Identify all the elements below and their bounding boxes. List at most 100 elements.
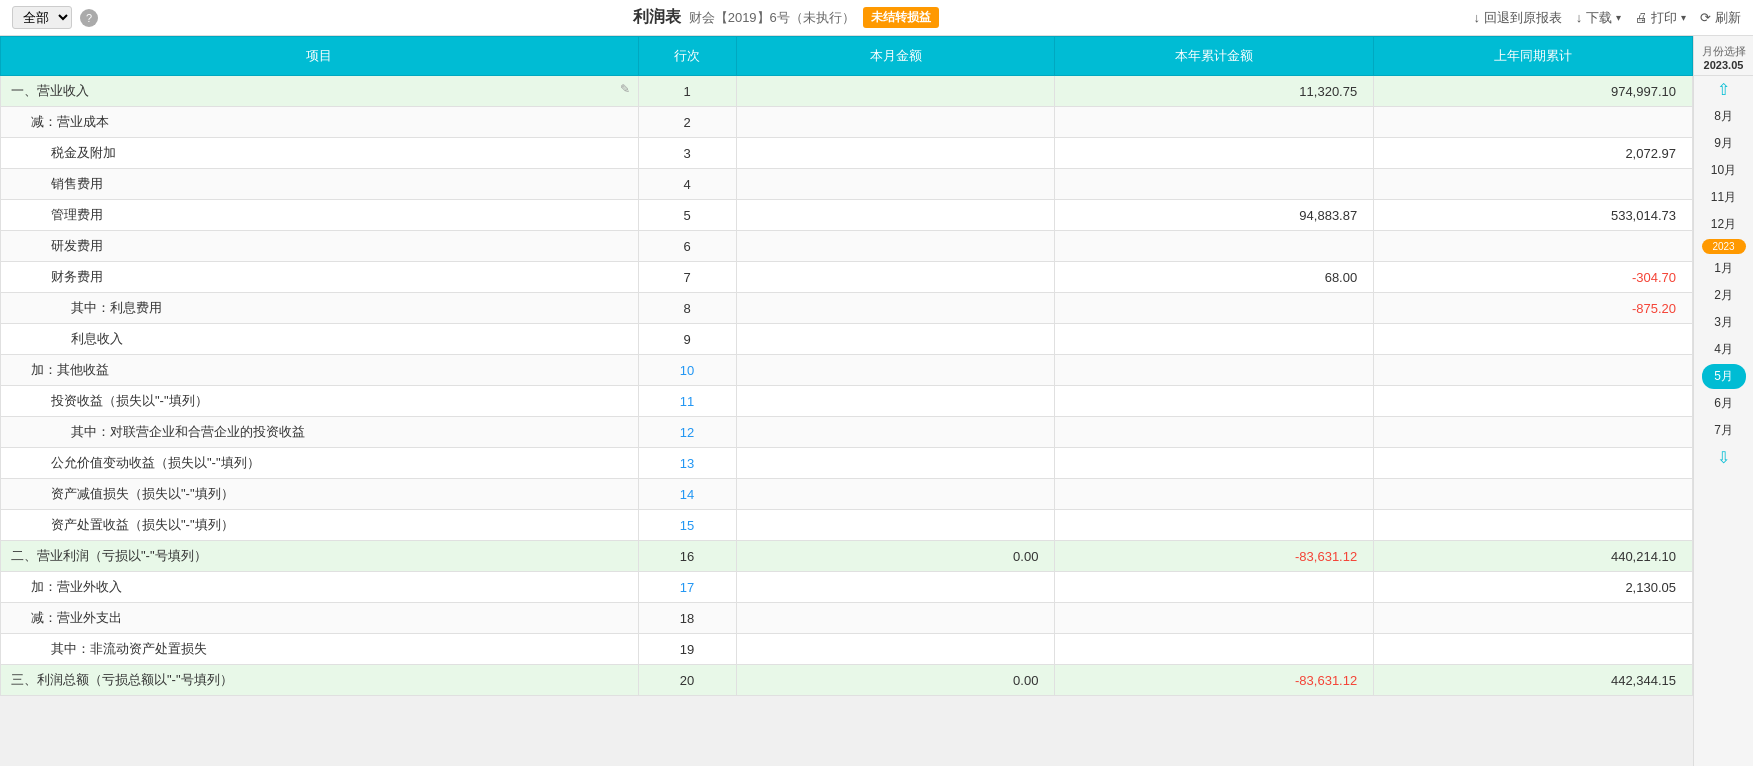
- cell-item: 税金及附加: [1, 138, 639, 169]
- month-9[interactable]: 9月: [1702, 131, 1746, 156]
- cell-item: 管理费用: [1, 200, 639, 231]
- cell-row-num: 19: [638, 634, 736, 665]
- cell-row-num: 6: [638, 231, 736, 262]
- cell-lastyear-amount: [1374, 107, 1693, 138]
- cell-month-amount: [736, 603, 1055, 634]
- cell-item: 其中：利息费用: [1, 293, 639, 324]
- cell-lastyear-amount: 974,997.10: [1374, 76, 1693, 107]
- cell-lastyear-amount: [1374, 417, 1693, 448]
- cell-lastyear-amount: -304.70: [1374, 262, 1693, 293]
- month-10[interactable]: 10月: [1702, 158, 1746, 183]
- month-2[interactable]: 2月: [1702, 283, 1746, 308]
- cell-row-num: 20: [638, 665, 736, 696]
- cell-month-amount: [736, 138, 1055, 169]
- cell-row-num: 16: [638, 541, 736, 572]
- main-content: 项目 行次 本月金额 本年累计金额 上年同期累计 一、营业收入✎111,320.…: [0, 36, 1753, 766]
- edit-icon[interactable]: ✎: [620, 82, 630, 96]
- cell-lastyear-amount: -875.20: [1374, 293, 1693, 324]
- current-year-display: 2023.05: [1696, 59, 1751, 71]
- cell-item: 公允价值变动收益（损失以"-"填列）: [1, 448, 639, 479]
- cell-month-amount: [736, 231, 1055, 262]
- cell-item: 财务费用: [1, 262, 639, 293]
- cell-item: 投资收益（损失以"-"填列）: [1, 386, 639, 417]
- cell-item: 研发费用: [1, 231, 639, 262]
- month-nav-down[interactable]: ⇩: [1713, 444, 1734, 471]
- cell-row-num: 14: [638, 479, 736, 510]
- cell-item: 资产处置收益（损失以"-"填列）: [1, 510, 639, 541]
- table-row: 其中：非流动资产处置损失19: [1, 634, 1693, 665]
- cell-month-amount: [736, 262, 1055, 293]
- month-sidebar-title: 月份选择 2023.05: [1694, 40, 1753, 76]
- download-dropdown-icon[interactable]: ▾: [1616, 12, 1621, 23]
- cell-lastyear-amount: [1374, 603, 1693, 634]
- cell-lastyear-amount: 2,072.97: [1374, 138, 1693, 169]
- month-6[interactable]: 6月: [1702, 391, 1746, 416]
- cell-year-amount: [1055, 510, 1374, 541]
- cell-month-amount: [736, 510, 1055, 541]
- cell-row-num: 10: [638, 355, 736, 386]
- cell-year-amount: 11,320.75: [1055, 76, 1374, 107]
- account-selector[interactable]: 全部: [12, 6, 72, 29]
- table-row: 财务费用768.00-304.70: [1, 262, 1693, 293]
- refresh-btn[interactable]: ⟳ 刷新: [1700, 9, 1741, 27]
- cell-month-amount: [736, 355, 1055, 386]
- download-label: ↓ 下载: [1576, 9, 1612, 27]
- cell-year-amount: [1055, 386, 1374, 417]
- header-row-num: 行次: [638, 37, 736, 76]
- table-row: 资产减值损失（损失以"-"填列）14: [1, 479, 1693, 510]
- table-row: 资产处置收益（损失以"-"填列）15: [1, 510, 1693, 541]
- month-4[interactable]: 4月: [1702, 337, 1746, 362]
- table-row: 加：其他收益10: [1, 355, 1693, 386]
- table-row: 一、营业收入✎111,320.75974,997.10: [1, 76, 1693, 107]
- month-8[interactable]: 8月: [1702, 104, 1746, 129]
- cell-year-amount: [1055, 169, 1374, 200]
- cell-lastyear-amount: [1374, 169, 1693, 200]
- table-row: 公允价值变动收益（损失以"-"填列）13: [1, 448, 1693, 479]
- cell-item: 二、营业利润（亏损以"-"号填列）: [1, 541, 639, 572]
- month-7[interactable]: 7月: [1702, 418, 1746, 443]
- table-area: 项目 行次 本月金额 本年累计金额 上年同期累计 一、营业收入✎111,320.…: [0, 36, 1693, 766]
- month-nav-up[interactable]: ⇧: [1713, 76, 1734, 103]
- table-row: 减：营业成本2: [1, 107, 1693, 138]
- top-bar: 全部 ? 利润表 财会【2019】6号（未执行） 未结转损益 ↓ 回退到原报表 …: [0, 0, 1753, 36]
- table-row: 税金及附加32,072.97: [1, 138, 1693, 169]
- cell-month-amount: [736, 169, 1055, 200]
- cell-month-amount: [736, 479, 1055, 510]
- month-12[interactable]: 12月: [1702, 212, 1746, 237]
- help-icon[interactable]: ?: [80, 9, 98, 27]
- cell-row-num: 15: [638, 510, 736, 541]
- print-dropdown-icon[interactable]: ▾: [1681, 12, 1686, 23]
- table-row: 销售费用4: [1, 169, 1693, 200]
- year-2023-badge: 2023: [1702, 239, 1746, 254]
- back-to-original-btn[interactable]: ↓ 回退到原报表: [1474, 9, 1562, 27]
- cell-year-amount: [1055, 324, 1374, 355]
- cell-lastyear-amount: 533,014.73: [1374, 200, 1693, 231]
- cell-lastyear-amount: [1374, 448, 1693, 479]
- cell-row-num: 2: [638, 107, 736, 138]
- cell-year-amount: [1055, 572, 1374, 603]
- print-btn[interactable]: 🖨 打印 ▾: [1635, 9, 1687, 27]
- cell-year-amount: [1055, 107, 1374, 138]
- cell-year-amount: [1055, 417, 1374, 448]
- table-row: 其中：对联营企业和合营企业的投资收益12: [1, 417, 1693, 448]
- table-row: 投资收益（损失以"-"填列）11: [1, 386, 1693, 417]
- table-row: 管理费用594,883.87533,014.73: [1, 200, 1693, 231]
- cell-row-num: 8: [638, 293, 736, 324]
- month-11[interactable]: 11月: [1702, 185, 1746, 210]
- table-row: 利息收入9: [1, 324, 1693, 355]
- month-selector-label: 月份选择: [1696, 44, 1751, 59]
- cell-year-amount: 94,883.87: [1055, 200, 1374, 231]
- cell-month-amount: 0.00: [736, 541, 1055, 572]
- month-3[interactable]: 3月: [1702, 310, 1746, 335]
- unsettled-badge: 未结转损益: [863, 7, 939, 28]
- cell-year-amount: [1055, 293, 1374, 324]
- cell-year-amount: [1055, 634, 1374, 665]
- month-5[interactable]: 5月: [1702, 364, 1746, 389]
- month-1[interactable]: 1月: [1702, 256, 1746, 281]
- cell-year-amount: -83,631.12: [1055, 541, 1374, 572]
- report-subtitle: 财会【2019】6号（未执行）: [689, 9, 855, 27]
- cell-year-amount: [1055, 448, 1374, 479]
- cell-item: 利息收入: [1, 324, 639, 355]
- download-btn[interactable]: ↓ 下载 ▾: [1576, 9, 1621, 27]
- cell-item: 加：营业外收入: [1, 572, 639, 603]
